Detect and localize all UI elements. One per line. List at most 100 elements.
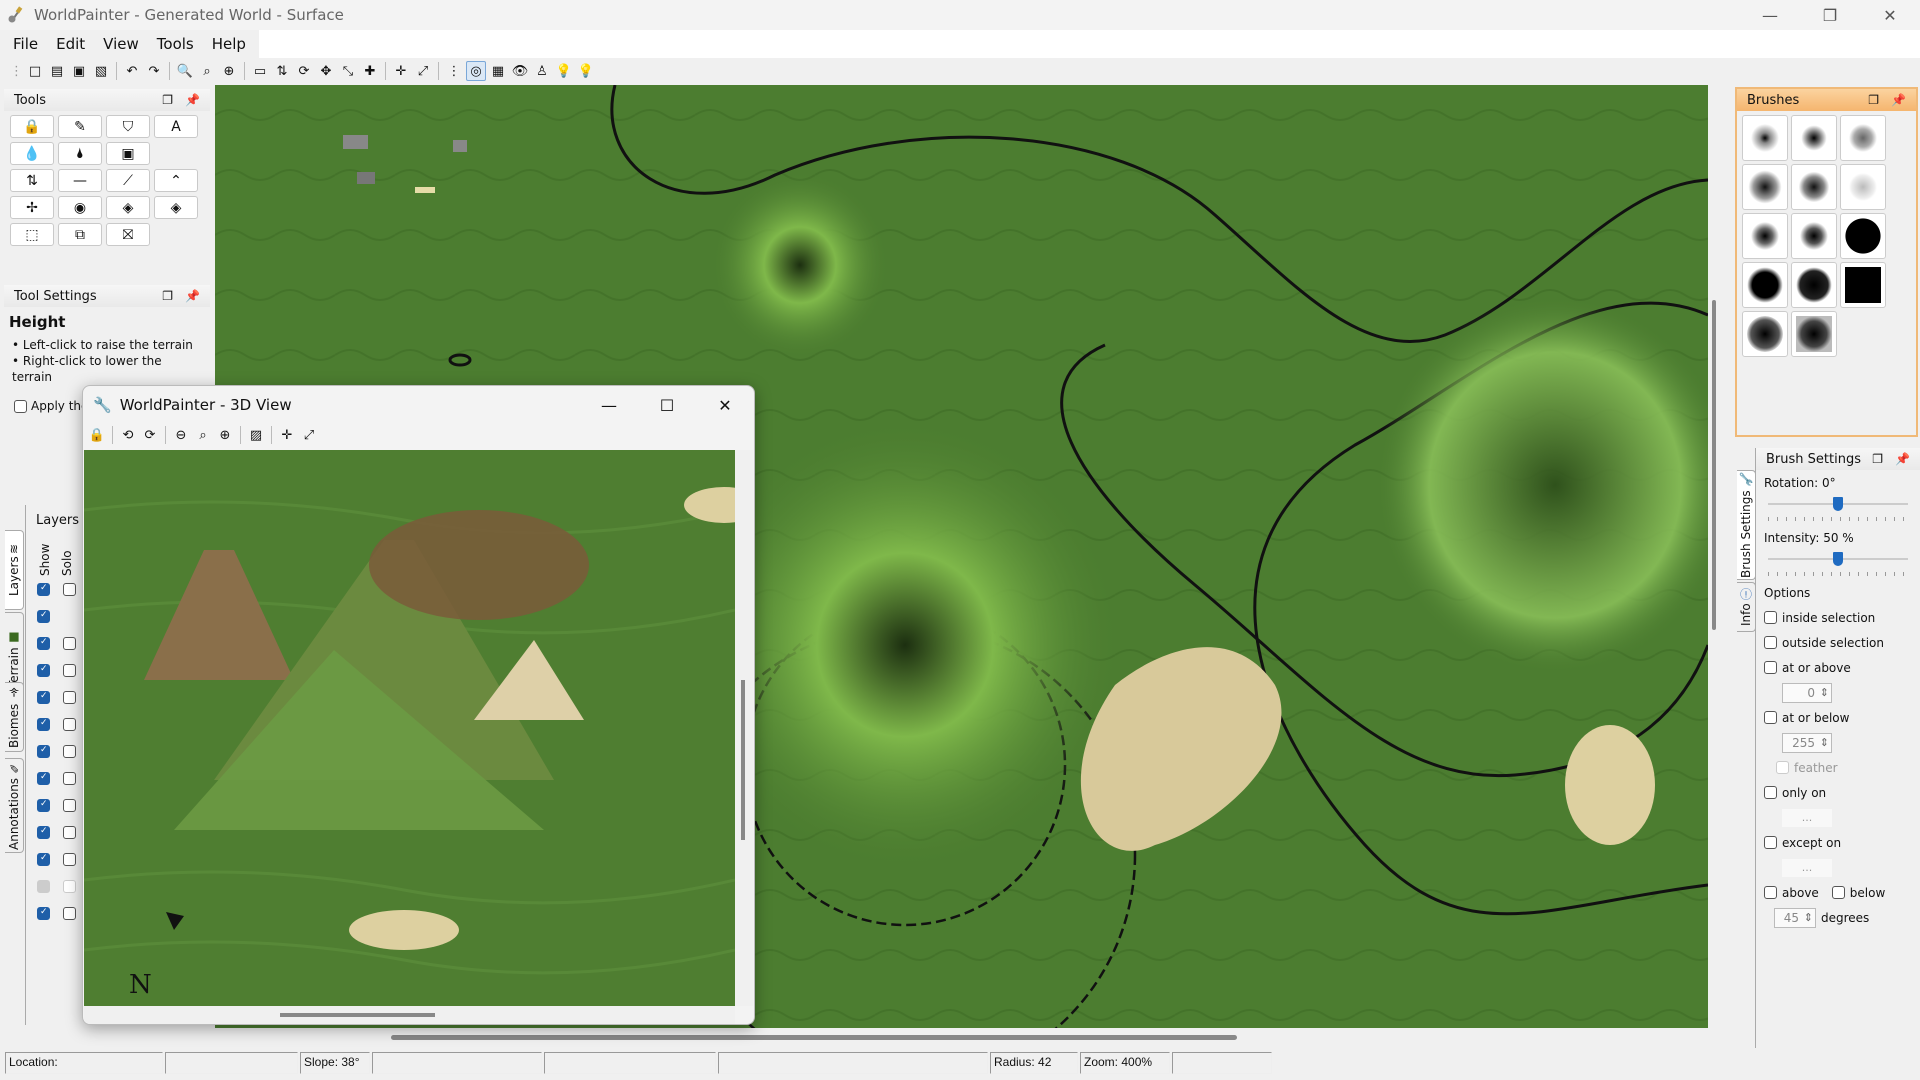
layer-show-checkbox[interactable] [37,853,50,866]
brush-hard-square[interactable] [1791,262,1837,308]
pin-icon[interactable]: 📌 [185,289,200,303]
layer-show-checkbox[interactable] [37,745,50,758]
redo-icon[interactable]: ↷ [144,61,164,81]
rotation-slider[interactable] [1768,495,1908,525]
rotate-icon[interactable]: ⟳ [294,61,314,81]
layer-show-checkbox[interactable] [37,826,50,839]
outside-selection-checkbox[interactable] [1764,636,1777,649]
view-3d-maximize-button[interactable]: ☐ [638,386,696,424]
below-checkbox[interactable] [1831,886,1845,899]
brush-soft-circle-hard[interactable] [1742,213,1788,259]
zoom-reset-icon[interactable]: ⌕ [193,425,213,445]
inside-selection-option[interactable]: inside selection [1756,605,1920,630]
export-world-icon[interactable]: ▧ [91,61,111,81]
tab-biomes[interactable]: Biomes ⚶ [5,682,24,752]
player-icon[interactable]: ♙ [532,61,552,81]
inside-selection-checkbox[interactable] [1764,611,1777,624]
apply-checkbox[interactable] [14,399,27,413]
layer-show-checkbox[interactable] [37,880,50,893]
zoom-in-icon[interactable]: ⊕ [215,425,235,445]
layer-solo-checkbox[interactable] [63,637,76,650]
except-on-checkbox[interactable] [1764,836,1777,849]
layer-solo-checkbox[interactable] [63,907,76,920]
layer-show-checkbox[interactable] [37,610,50,623]
toolbar-grip[interactable]: ⋮ [10,64,23,79]
layer-solo-checkbox[interactable] [63,745,76,758]
grid-icon[interactable]: ⋮ [444,61,464,81]
height-map-icon[interactable]: ⇅ [272,61,292,81]
select-icon[interactable]: ⬚ [10,223,54,246]
brush-soft-square-medium[interactable] [1791,164,1837,210]
at-or-below-option[interactable]: at or below [1756,705,1920,730]
add-icon[interactable]: ✚ [360,61,380,81]
rotate-right-icon[interactable]: ⟳ [140,425,160,445]
at-or-above-spinner[interactable]: 0 [1782,682,1832,703]
lock-icon[interactable]: 🔒 [87,425,107,445]
center-icon[interactable]: ✛ [277,425,297,445]
brush-blurred-square[interactable] [1791,311,1837,357]
layer-solo-checkbox[interactable] [63,583,76,596]
brush-soft-square-small[interactable] [1791,115,1837,161]
view-3d-minimize-button[interactable]: — [580,386,638,424]
move-icon[interactable]: ✥ [316,61,336,81]
tab-brush-settings[interactable]: Brush Settings 🔧 [1737,470,1756,580]
pencil-icon[interactable]: ✎ [58,115,102,138]
smooth-icon[interactable]: ⟋ [106,169,150,192]
fill-icon[interactable]: ⛉ [106,115,150,138]
pin-icon[interactable]: 📌 [1891,93,1906,107]
tab-info[interactable]: Info ⓘ [1737,582,1756,632]
sponge-icon[interactable]: ▣ [106,142,150,165]
fit-icon[interactable]: ⤢ [413,61,433,81]
layer-show-checkbox[interactable] [37,907,50,920]
open-world-icon[interactable]: ▤ [47,61,67,81]
float-panel-icon[interactable]: ❐ [162,93,173,107]
shift-icon[interactable]: ⤡ [338,61,358,81]
at-or-above-checkbox[interactable] [1764,661,1777,674]
layer-solo-checkbox[interactable] [63,664,76,677]
flood-lava-icon[interactable]: 🌢 [58,142,102,165]
raise-mountain-icon[interactable]: ⌃ [154,169,198,192]
only-on-checkbox[interactable] [1764,786,1777,799]
dimension-properties-icon[interactable]: ▭ [250,61,270,81]
layer-show-checkbox[interactable] [37,583,50,596]
layer-show-checkbox[interactable] [37,772,50,785]
close-button[interactable]: ✕ [1860,0,1920,30]
flatten-icon[interactable]: — [58,169,102,192]
text-icon[interactable]: A [154,115,198,138]
outside-selection-option[interactable]: outside selection [1756,630,1920,655]
zoom-reset-icon[interactable]: ⌕ [197,61,217,81]
contours-icon[interactable]: ◎ [466,61,486,81]
layer-solo-checkbox[interactable] [63,799,76,812]
feather-checkbox[interactable] [1776,761,1789,774]
save-world-icon[interactable]: ▣ [69,61,89,81]
brush-solid-circle[interactable] [1840,213,1886,259]
rotate-left-icon[interactable]: ⟲ [118,425,138,445]
view-3d-vertical-scrollbar[interactable] [735,450,753,1006]
spray-paint-icon[interactable]: 🔒 [10,115,54,138]
layer-solo-checkbox[interactable] [63,691,76,704]
flood-water-icon[interactable]: 💧 [10,142,54,165]
brush-noise-blob[interactable] [1840,115,1886,161]
mountain-icon[interactable]: ◈ [154,196,198,219]
raise-rotated-pyramid-icon[interactable]: ◉ [58,196,102,219]
map-horizontal-scrollbar[interactable] [215,1030,1708,1044]
view-icon[interactable]: 👁 [510,61,530,81]
copy-selection-icon[interactable]: ⧉ [58,223,102,246]
height-icon[interactable]: ⇅ [10,169,54,192]
above-checkbox[interactable] [1764,886,1777,899]
menu-tools[interactable]: Tools [148,35,203,53]
raise-pyramid-icon[interactable]: ✢ [10,196,54,219]
overlay-icon[interactable]: ▦ [488,61,508,81]
layer-solo-checkbox[interactable] [63,772,76,785]
bulb-alt-icon[interactable]: 💡 [576,61,596,81]
intensity-slider[interactable] [1768,550,1908,580]
layer-show-checkbox[interactable] [37,637,50,650]
at-or-below-spinner[interactable]: 255 [1782,732,1832,753]
float-panel-icon[interactable]: ❐ [1868,93,1879,107]
new-world-icon[interactable]: □ [25,61,45,81]
degrees-spinner[interactable]: 45 [1774,907,1816,928]
fit-icon[interactable]: ⤢ [299,425,319,445]
float-panel-icon[interactable]: ❐ [162,289,173,303]
layer-solo-checkbox[interactable] [63,880,76,893]
layer-show-checkbox[interactable] [37,799,50,812]
